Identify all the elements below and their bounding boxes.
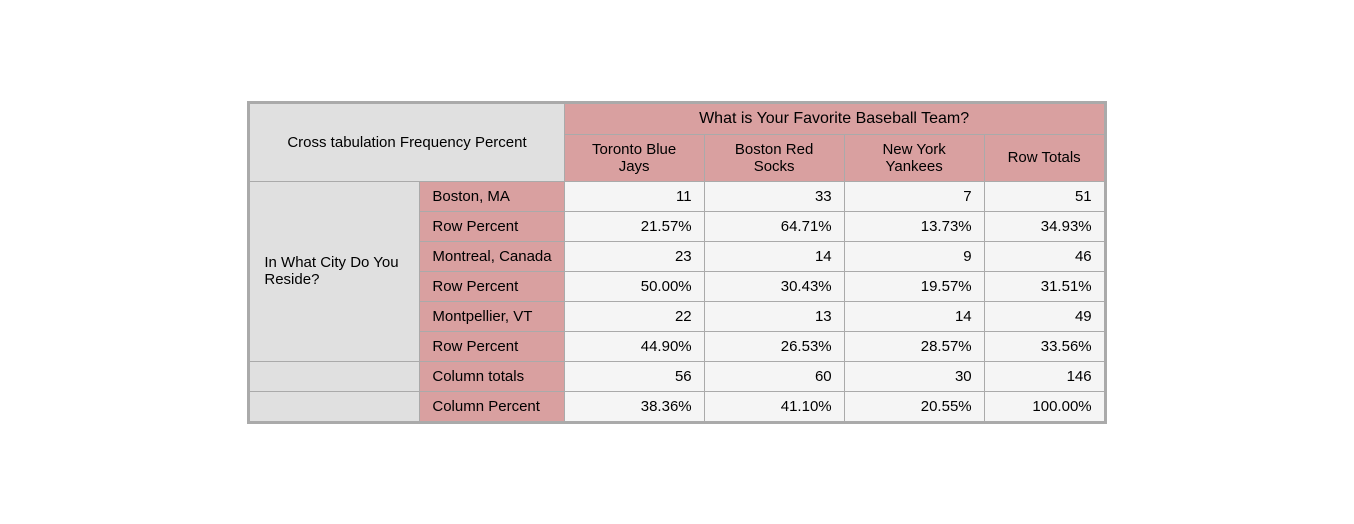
boston-v1: 11 <box>564 181 704 211</box>
total-t4: 146 <box>984 361 1104 391</box>
montpellier-row-percent-label: Row Percent <box>420 331 564 361</box>
montreal-v3: 9 <box>844 241 984 271</box>
montreal-v4: 46 <box>984 241 1104 271</box>
total-cp1: 38.36% <box>564 391 704 421</box>
boston-v4: 51 <box>984 181 1104 211</box>
montreal-p2: 30.43% <box>704 271 844 301</box>
total-cp2: 41.10% <box>704 391 844 421</box>
boston-p3: 13.73% <box>844 211 984 241</box>
col-header-3: New York Yankees <box>844 134 984 181</box>
montpellier-v2: 13 <box>704 301 844 331</box>
boston-p2: 64.71% <box>704 211 844 241</box>
city-boston: Boston, MA <box>420 181 564 211</box>
col-header-4: Row Totals <box>984 134 1104 181</box>
row-question-label: In What City Do You Reside? <box>250 181 420 361</box>
col-header-1: Toronto Blue Jays <box>564 134 704 181</box>
col-totals-label: Column totals <box>420 361 564 391</box>
total-t2: 60 <box>704 361 844 391</box>
montreal-v2: 14 <box>704 241 844 271</box>
total-t3: 30 <box>844 361 984 391</box>
boston-p4: 34.93% <box>984 211 1104 241</box>
montpellier-p2: 26.53% <box>704 331 844 361</box>
montreal-p1: 50.00% <box>564 271 704 301</box>
table-title: What is Your Favorite Baseball Team? <box>564 103 1104 134</box>
montreal-p4: 31.51% <box>984 271 1104 301</box>
city-montreal: Montreal, Canada <box>420 241 564 271</box>
total-cp4: 100.00% <box>984 391 1104 421</box>
montreal-v1: 23 <box>564 241 704 271</box>
montpellier-v3: 14 <box>844 301 984 331</box>
montpellier-v1: 22 <box>564 301 704 331</box>
col-header-2: Boston Red Socks <box>704 134 844 181</box>
total-t1: 56 <box>564 361 704 391</box>
boston-v2: 33 <box>704 181 844 211</box>
montpellier-p3: 28.57% <box>844 331 984 361</box>
montpellier-p1: 44.90% <box>564 331 704 361</box>
total-cp3: 20.55% <box>844 391 984 421</box>
corner-label: Cross tabulation Frequency Percent <box>250 103 564 181</box>
boston-row-percent-label: Row Percent <box>420 211 564 241</box>
montpellier-p4: 33.56% <box>984 331 1104 361</box>
city-montpellier: Montpellier, VT <box>420 301 564 331</box>
montreal-row-percent-label: Row Percent <box>420 271 564 301</box>
cross-tab-table: Cross tabulation Frequency Percent What … <box>247 101 1106 424</box>
boston-p1: 21.57% <box>564 211 704 241</box>
col-percent-label: Column Percent <box>420 391 564 421</box>
montreal-p3: 19.57% <box>844 271 984 301</box>
empty-spacer-2 <box>250 391 420 421</box>
empty-spacer <box>250 361 420 391</box>
montpellier-v4: 49 <box>984 301 1104 331</box>
boston-v3: 7 <box>844 181 984 211</box>
